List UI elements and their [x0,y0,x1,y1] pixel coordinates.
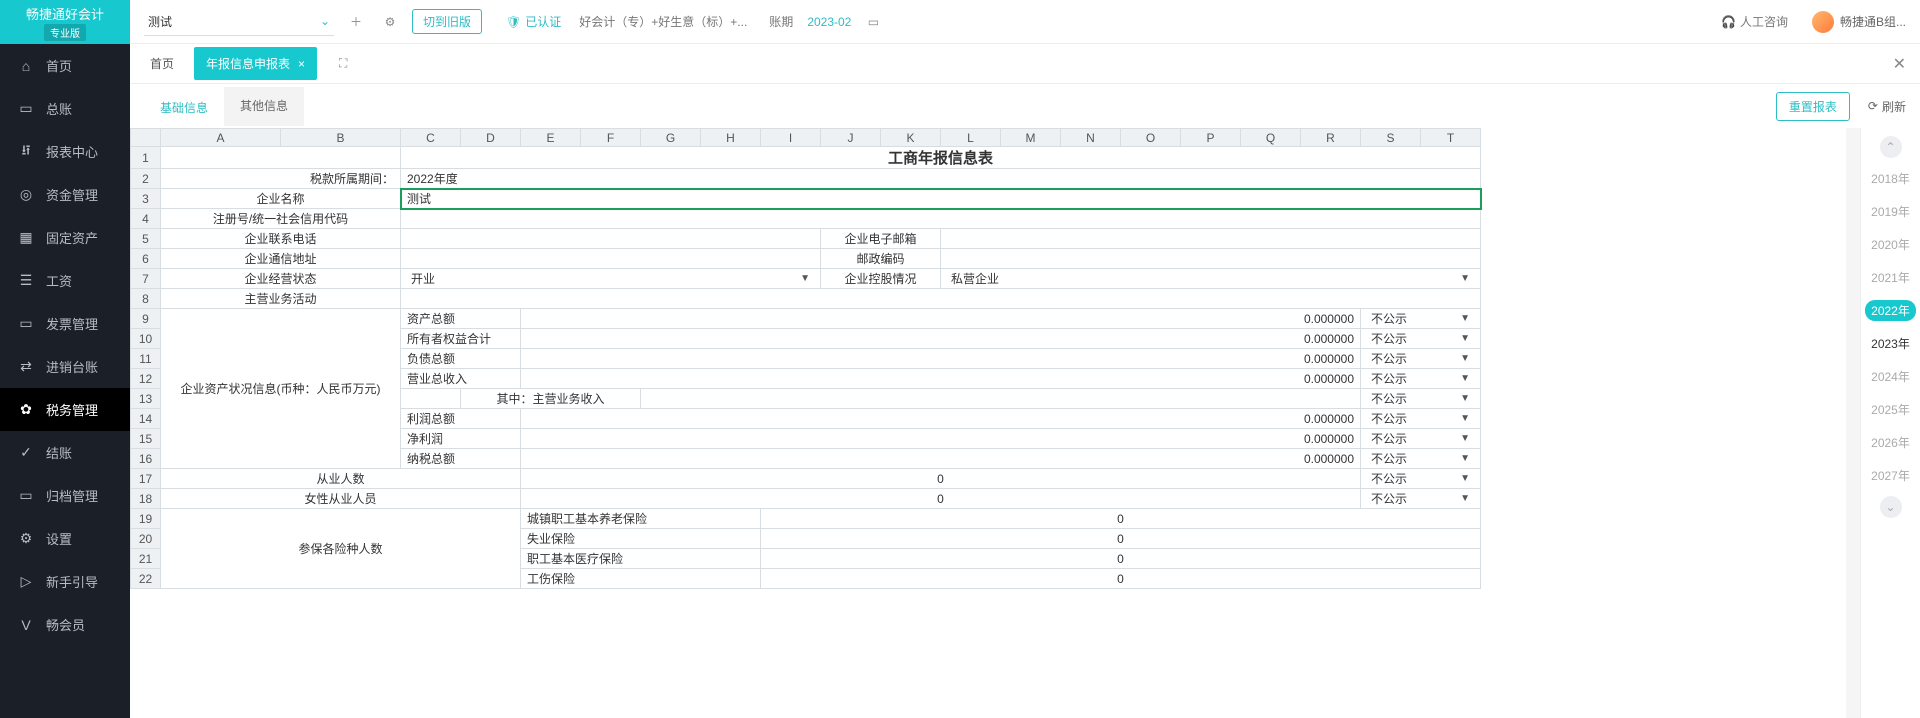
timeline-year[interactable]: 2021年 [1865,267,1916,288]
vertical-scrollbar[interactable] [1846,128,1860,718]
headset-icon: 🎧 [1721,15,1736,29]
settings-icon[interactable]: ⚙ [378,10,402,34]
timeline-up-button[interactable]: ⌃ [1880,136,1902,158]
nav-label: 设置 [46,529,72,548]
sidebar-item-2[interactable]: ⭿ 报表中心 [0,130,130,173]
user-name: 畅捷通B组... [1840,13,1906,30]
brand-logo: 畅捷通好会计 专业版 [0,0,130,44]
sidebar-item-4[interactable]: ▦ 固定资产 [0,216,130,259]
timeline-down-button[interactable]: ⌄ [1880,496,1902,518]
sidebar-item-9[interactable]: ✓ 结账 [0,431,130,474]
timeline-year[interactable]: 2025年 [1865,399,1916,420]
nav-icon: ✿ [18,402,34,418]
switch-old-button[interactable]: 切到旧版 [412,9,482,34]
sidebar-item-8[interactable]: ✿ 税务管理 [0,388,130,431]
sidebar-item-11[interactable]: ⚙ 设置 [0,517,130,560]
sidebar-item-1[interactable]: ▭ 总账 [0,87,130,130]
sidebar-item-13[interactable]: V 畅会员 [0,603,130,646]
nav-icon: ▭ [18,316,34,332]
timeline-year[interactable]: 2020年 [1865,234,1916,255]
reset-button[interactable]: 重置报表 [1776,92,1850,121]
sidebar-item-0[interactable]: ⌂ 首页 [0,44,130,87]
nav-label: 工资 [46,271,72,290]
nav-icon: ⌂ [18,58,34,74]
period-value[interactable]: 2023-02 [807,15,851,29]
tab-annual-report[interactable]: 年报信息申报表 × [194,47,317,80]
nav-icon: ☰ [18,273,34,289]
user-menu[interactable]: 畅捷通B组... [1812,11,1906,33]
plan-label: 好会计（专）+好生意（标）+... [579,13,747,30]
timeline-year[interactable]: 2018年 [1865,168,1916,189]
nav-icon: V [18,617,34,633]
nav-icon: ◎ [18,187,34,203]
nav-label: 总账 [46,99,72,118]
nav-icon: ⚙ [18,531,34,547]
nav-icon: ▭ [18,101,34,117]
nav-icon: ▷ [18,574,34,590]
timeline-year[interactable]: 2023年 [1865,333,1916,354]
nav-label: 归档管理 [46,486,98,505]
spreadsheet[interactable]: ABCDEFGHIJKLMNOPQRST1工商年报信息表2税款所属期间：2022… [130,128,1846,718]
sidebar-item-3[interactable]: ◎ 资金管理 [0,173,130,216]
subtab-basic[interactable]: 基础信息 [144,87,224,126]
fullscreen-icon[interactable]: ⛶ [339,56,347,71]
nav-label: 新手引导 [46,572,98,591]
refresh-button[interactable]: ⟳ 刷新 [1868,98,1906,115]
avatar [1812,11,1834,33]
nav-label: 畅会员 [46,615,85,634]
subtabs: 基础信息 其他信息 [144,87,304,126]
period-dropdown-icon[interactable]: ▭ [861,10,885,34]
sidebar-item-12[interactable]: ▷ 新手引导 [0,560,130,603]
nav-label: 固定资产 [46,228,98,247]
company-selector[interactable]: 测试 ⌄ [144,8,334,36]
nav-label: 税务管理 [46,400,98,419]
timeline-year[interactable]: 2019年 [1865,201,1916,222]
nav-icon: ▭ [18,488,34,504]
close-all-tabs-button[interactable]: ✕ [1893,54,1906,74]
timeline-year[interactable]: 2027年 [1865,465,1916,486]
tab-label: 年报信息申报表 [206,55,290,72]
period-label: 账期 [769,13,793,30]
topbar: 测试 ⌄ ＋ ⚙ 切到旧版 🛡 已认证 好会计（专）+好生意（标）+... 账期… [130,0,1920,44]
main: 测试 ⌄ ＋ ⚙ 切到旧版 🛡 已认证 好会计（专）+好生意（标）+... 账期… [130,0,1920,718]
selected-cell[interactable]: 测试 [401,189,1481,209]
page-tabs: 首页 年报信息申报表 × ✕ ⛶ [130,44,1920,84]
brand-edition: 专业版 [44,24,86,41]
tab-home[interactable]: 首页 [144,55,180,72]
timeline-year[interactable]: 2026年 [1865,432,1916,453]
sidebar-item-10[interactable]: ▭ 归档管理 [0,474,130,517]
nav-label: 资金管理 [46,185,98,204]
customer-service-button[interactable]: 🎧 人工咨询 [1721,13,1788,30]
company-name: 测试 [148,13,172,30]
sidebar-item-7[interactable]: ⇄ 进销台账 [0,345,130,388]
sidebar-item-6[interactable]: ▭ 发票管理 [0,302,130,345]
add-company-button[interactable]: ＋ [344,10,368,34]
toolbar: 基础信息 其他信息 重置报表 ⟳ 刷新 [130,84,1920,128]
year-timeline: ⌃ 2018年 2019年 2020年 2021年 2022年 2023年 2024年 202… [1860,128,1920,718]
close-icon[interactable]: × [298,57,305,71]
brand-name: 畅捷通好会计 [26,4,104,23]
nav-label: 发票管理 [46,314,98,333]
nav-label: 进销台账 [46,357,98,376]
nav-label: 报表中心 [46,142,98,161]
subtab-other[interactable]: 其他信息 [224,87,304,126]
nav-icon: ✓ [18,445,34,461]
nav-label: 结账 [46,443,72,462]
sidebar: 畅捷通好会计 专业版 ⌂ 首页 ▭ 总账 ⭿ 报表中心 ◎ 资金管理 ▦ 固定资产 ☰ 工资 ▭ 发票管理… [0,0,130,718]
timeline-year[interactable]: 2022年 [1865,300,1916,321]
verified-badge: 🛡 已认证 [506,13,561,30]
sidebar-item-5[interactable]: ☰ 工资 [0,259,130,302]
nav-icon: ▦ [18,230,34,246]
nav-icon: ⭿ [18,144,34,160]
refresh-icon: ⟳ [1868,99,1878,113]
nav-label: 首页 [46,56,72,75]
timeline-year[interactable]: 2024年 [1865,366,1916,387]
shield-icon: 🛡 [506,15,521,29]
chevron-down-icon: ⌄ [320,14,330,28]
nav-icon: ⇄ [18,359,34,375]
